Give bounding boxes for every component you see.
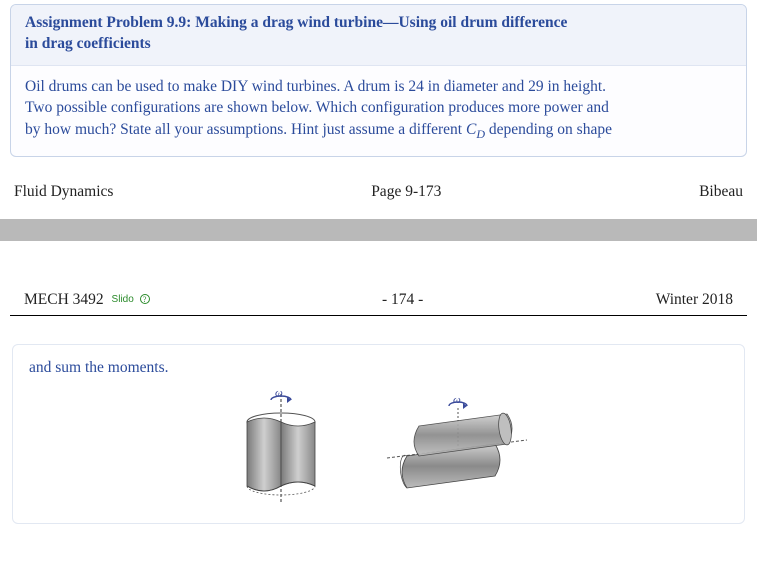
- course-code: MECH 3492: [24, 291, 104, 308]
- assignment-problem-box: Assignment Problem 9.9: Making a drag wi…: [10, 4, 747, 157]
- page-header-row: MECH 3492 Slido ? - 174 - Winter 2018: [10, 241, 747, 316]
- moments-text: and sum the moments.: [29, 359, 728, 377]
- cd-var: C: [466, 121, 476, 138]
- help-icon: ?: [140, 294, 150, 304]
- footer-right: Bibeau: [699, 183, 743, 201]
- problem-number: Assignment Problem 9.9:: [25, 14, 191, 31]
- cd-sub: D: [476, 127, 485, 141]
- omega-label-2: ω: [453, 396, 461, 406]
- moments-box: and sum the moments. ω: [12, 344, 745, 524]
- problem-title-line1: Making a drag wind turbine—Using oil dru…: [195, 14, 567, 31]
- page-divider: [0, 219, 757, 241]
- problem-text-line3: by how much? State all your assumptions.…: [25, 121, 466, 138]
- problem-body: Oil drums can be used to make DIY wind t…: [11, 66, 746, 156]
- problem-text-line2: Two possible configurations are shown be…: [25, 99, 609, 116]
- turbine-config-horizontal: ω: [377, 396, 537, 496]
- turbine-figure: ω ω: [29, 381, 728, 511]
- problem-title-line2: in drag coefficients: [25, 35, 151, 52]
- header-center: - 174 -: [382, 291, 423, 309]
- footer-center: Page 9-173: [371, 183, 441, 201]
- problem-header: Assignment Problem 9.9: Making a drag wi…: [11, 5, 746, 66]
- problem-text-line4: depending on shape: [485, 121, 612, 138]
- header-left: MECH 3492 Slido ?: [24, 291, 150, 309]
- page-footer-row: Fluid Dynamics Page 9-173 Bibeau: [0, 157, 757, 219]
- slido-label: Slido: [112, 294, 134, 305]
- problem-text-line1: Oil drums can be used to make DIY wind t…: [25, 78, 606, 95]
- header-right: Winter 2018: [656, 291, 733, 309]
- footer-left: Fluid Dynamics: [14, 183, 113, 201]
- omega-label-1: ω: [275, 387, 283, 399]
- turbine-config-vertical: ω: [221, 386, 341, 506]
